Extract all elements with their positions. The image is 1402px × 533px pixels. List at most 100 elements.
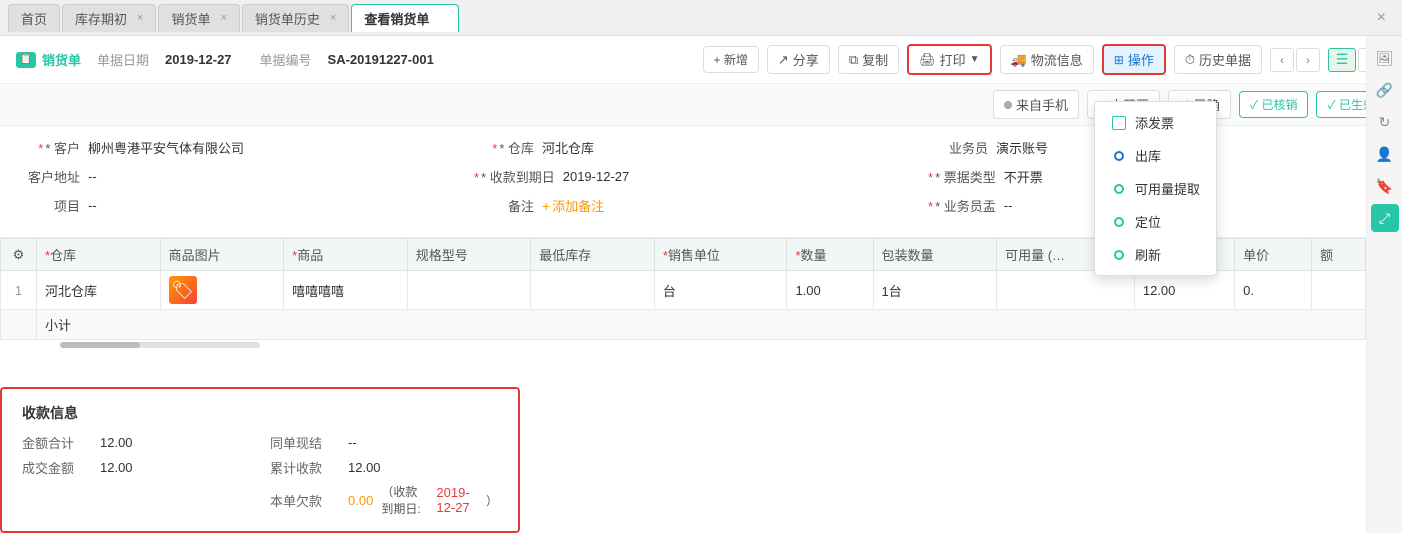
salesperson-label: * 业务员盂 (928, 196, 996, 215)
payment-date-value[interactable]: 2019-12-27 (563, 169, 928, 184)
col-amount: 额 (1312, 239, 1366, 271)
project-label: 项目 (20, 196, 80, 215)
col-package-qty: 包装数量 (873, 239, 997, 271)
total-amount-row: 金额合计 12.00 (22, 433, 250, 452)
col-settings[interactable]: ⚙ (1, 239, 37, 271)
tab-sales-order[interactable]: 销货单 × (158, 4, 239, 32)
tab-check-sales-close[interactable]: × (439, 12, 445, 24)
address-field: 客户地址 -- (20, 167, 474, 186)
sidebar-user-icon[interactable]: 👤 (1371, 140, 1399, 168)
arrears-value: 0.00 (348, 493, 373, 508)
sidebar-picture-icon[interactable]: 🖼 (1371, 44, 1399, 72)
refresh-icon (1111, 247, 1127, 263)
project-value[interactable]: -- (88, 198, 474, 213)
add-note-plus-icon: + (542, 198, 550, 214)
available-extract-item[interactable]: 可用量提取 (1095, 172, 1216, 205)
col-warehouse: *仓库 (37, 239, 161, 271)
main-content: 📋 销货单 单据日期 2019-12-27 单据编号 SA-20191227-0… (0, 36, 1402, 533)
print-button[interactable]: 🖨 打印 ▼ (907, 44, 991, 75)
add-note-label: 添加备注 (552, 196, 604, 215)
outbound-item[interactable]: 出库 (1095, 139, 1216, 172)
add-invoice-label: 添发票 (1135, 113, 1174, 132)
tab-sales-history-label: 销货单历史 (255, 9, 320, 28)
customer-value[interactable]: 柳州粤港平安气体有限公司 (88, 138, 474, 157)
row-quantity: 1.00 (787, 271, 873, 310)
outbound-icon (1111, 148, 1127, 164)
same-order-value: -- (348, 435, 357, 450)
invoice-label: * 票据类型 (928, 167, 996, 186)
new-button[interactable]: + 新增 (703, 46, 759, 73)
cancelled-button[interactable]: ✓ 已核销 (1239, 91, 1309, 118)
col-spec: 规格型号 (407, 239, 531, 271)
refresh-item[interactable]: 刷新 (1095, 238, 1216, 271)
sidebar-bookmark-icon[interactable]: 🔖 (1371, 172, 1399, 200)
col-unit-price: 单价 (1235, 239, 1312, 271)
row-min-stock (531, 271, 655, 310)
from-phone-button[interactable]: 来自手机 (993, 90, 1079, 119)
print-icon: 🖨 (919, 52, 936, 68)
prev-arrow[interactable]: ‹ (1270, 48, 1294, 72)
tab-bar: 首页 库存期初 × 销货单 × 销货单历史 × 查看销货单 × × (0, 0, 1402, 36)
warehouse-field: * 仓库 河北仓库 (474, 138, 928, 157)
refresh-label: 刷新 (1135, 245, 1161, 264)
operations-dropdown: 添发票 出库 可用量提取 定位 (1094, 101, 1217, 276)
row-product[interactable]: 嘻嘻嘻嘻 (284, 271, 408, 310)
warehouse-label: * 仓库 (474, 138, 534, 157)
col-product: *商品 (284, 239, 408, 271)
product-image-thumbnail: 🏷 (169, 276, 197, 304)
same-order-label: 同单现结 (270, 433, 340, 452)
operations-button[interactable]: ⊞ 操作 (1102, 44, 1166, 75)
history-icon: ⏱ (1185, 52, 1195, 68)
tab-inventory-init[interactable]: 库存期初 × (62, 4, 156, 32)
next-arrow[interactable]: › (1296, 48, 1320, 72)
copy-button[interactable]: ⧉ 复制 (838, 45, 899, 74)
add-invoice-item[interactable]: 添发票 (1095, 106, 1216, 139)
transaction-amount-value: 12.00 (100, 460, 133, 475)
locate-item[interactable]: 定位 (1095, 205, 1216, 238)
from-phone-icon (1004, 101, 1012, 109)
row-warehouse: 河北仓库 (37, 271, 161, 310)
tab-home-label: 首页 (21, 9, 47, 28)
sales-order-icon: 📋 (16, 52, 36, 68)
grid-icon: ⊞ (1114, 53, 1124, 67)
sidebar-expand-icon[interactable]: ⤢ (1371, 204, 1399, 232)
address-value[interactable]: -- (88, 169, 474, 184)
table-row: 1 河北仓库 🏷 嘻嘻嘻嘻 台 1.00 1台 (1, 271, 1366, 310)
sidebar-link-icon[interactable]: 🔗 (1371, 76, 1399, 104)
share-button[interactable]: ↗ 分享 (767, 45, 830, 74)
subtotal-label: 小计 (37, 310, 1366, 340)
col-product-image: 商品图片 (160, 239, 284, 271)
arrears-date: 2019-12-27 (436, 485, 478, 515)
sidebar-rotate-icon[interactable]: ↻ (1371, 108, 1399, 136)
available-extract-label: 可用量提取 (1135, 179, 1200, 198)
doc-meta: 单据日期 2019-12-27 单据编号 SA-20191227-001 (97, 50, 434, 69)
copy-icon: ⧉ (849, 52, 858, 68)
arrears-row: 本单欠款 0.00 （收款到期日: 2019-12-27 ） (270, 483, 498, 517)
tab-sales-history[interactable]: 销货单历史 × (242, 4, 349, 32)
horizontal-scrollbar[interactable] (60, 342, 260, 348)
number-label: 单据编号 (260, 50, 312, 69)
global-close-button[interactable]: × (1369, 9, 1394, 27)
tab-check-sales[interactable]: 查看销货单 × (351, 4, 458, 32)
list-view-button[interactable]: ☰ (1328, 48, 1356, 72)
add-note-button[interactable]: + 添加备注 (542, 196, 604, 215)
subtotal-row: 小计 (1, 310, 1366, 340)
tab-sales-order-close[interactable]: × (220, 12, 226, 24)
tab-inventory-init-close[interactable]: × (137, 12, 143, 24)
tab-home[interactable]: 首页 (8, 4, 60, 32)
info-grid: 金额合计 12.00 同单现结 -- 成交金额 12.00 累计收款 12.00 (22, 433, 498, 517)
row-package-qty: 1台 (873, 271, 997, 310)
scrollbar-thumb (60, 342, 140, 348)
col-unit: *销售单位 (654, 239, 787, 271)
doc-title-text: 销货单 (42, 50, 81, 69)
warehouse-value[interactable]: 河北仓库 (542, 138, 928, 157)
share-icon: ↗ (778, 52, 789, 68)
img-icon: 🏷 (171, 280, 194, 301)
row-unit: 台 (654, 271, 787, 310)
row-available (997, 271, 1135, 310)
tab-sales-history-close[interactable]: × (330, 12, 336, 24)
total-amount-value: 12.00 (100, 435, 133, 450)
history-button[interactable]: ⏱ 历史单据 (1174, 45, 1262, 74)
logistics-button[interactable]: 🚚 物流信息 (1000, 45, 1094, 74)
address-label: 客户地址 (20, 167, 80, 186)
